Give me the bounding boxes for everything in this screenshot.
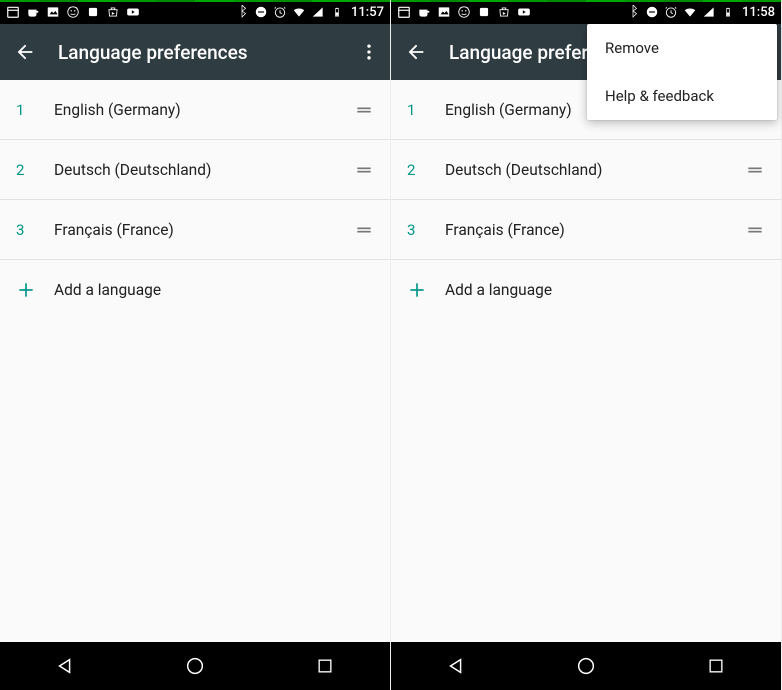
overflow-menu-button[interactable]	[358, 41, 380, 63]
page-title: Language preferences	[58, 41, 336, 64]
language-row[interactable]: 2 Deutsch (Deutschland)	[391, 140, 781, 200]
signal-icon	[311, 5, 325, 19]
nav-bar	[0, 642, 390, 690]
drag-handle-icon[interactable]	[354, 220, 374, 240]
plus-icon	[16, 280, 40, 300]
nav-recent-button[interactable]	[704, 654, 728, 678]
dnd-icon	[645, 5, 659, 19]
youtube-icon	[126, 5, 140, 19]
language-name: Français (France)	[431, 221, 745, 239]
overflow-menu: Remove Help & feedback	[587, 24, 777, 120]
battery-icon	[721, 5, 735, 19]
alarm-icon	[273, 5, 287, 19]
menu-item-remove[interactable]: Remove	[587, 24, 777, 72]
signal-icon	[702, 5, 716, 19]
phone-right: 11:58 Language preferences Remove Help &…	[391, 0, 782, 690]
status-clock: 11:58	[742, 5, 775, 20]
face-icon	[457, 5, 471, 19]
language-index: 3	[16, 221, 40, 239]
language-row[interactable]: 1 English (Germany)	[0, 80, 390, 140]
content-area: 1 English (Germany) 2 Deutsch (Deutschla…	[0, 80, 390, 642]
square-icon	[477, 5, 491, 19]
language-index: 3	[407, 221, 431, 239]
back-button[interactable]	[405, 41, 427, 63]
language-index: 1	[16, 101, 40, 119]
square-icon	[86, 5, 100, 19]
language-index: 2	[407, 161, 431, 179]
nav-home-button[interactable]	[183, 654, 207, 678]
add-language-label: Add a language	[40, 281, 374, 299]
drag-handle-icon[interactable]	[745, 220, 765, 240]
drag-handle-icon[interactable]	[745, 160, 765, 180]
nav-back-button[interactable]	[444, 654, 468, 678]
battery-icon	[330, 5, 344, 19]
calendar-icon	[6, 5, 20, 19]
status-bar: 11:57	[0, 0, 390, 24]
language-name: English (Germany)	[40, 101, 354, 119]
cup-icon	[417, 5, 431, 19]
face-icon	[66, 5, 80, 19]
drag-handle-icon[interactable]	[354, 100, 374, 120]
cup-icon	[26, 5, 40, 19]
drag-handle-icon[interactable]	[354, 160, 374, 180]
app-bar: Language preferences	[0, 24, 390, 80]
nav-bar	[391, 642, 781, 690]
shop-icon	[106, 5, 120, 19]
alarm-icon	[664, 5, 678, 19]
add-language-label: Add a language	[431, 281, 765, 299]
status-bar: 11:58	[391, 0, 781, 24]
youtube-icon	[517, 5, 531, 19]
menu-item-help-feedback[interactable]: Help & feedback	[587, 72, 777, 120]
language-index: 2	[16, 161, 40, 179]
bluetooth-icon	[235, 5, 249, 19]
shop-icon	[497, 5, 511, 19]
language-row[interactable]: 3 Français (France)	[0, 200, 390, 260]
nav-back-button[interactable]	[53, 654, 77, 678]
wifi-icon	[683, 5, 697, 19]
add-language-button[interactable]: Add a language	[391, 260, 781, 320]
phone-left: 11:57 Language preferences 1 English (Ge…	[0, 0, 391, 690]
plus-icon	[407, 280, 431, 300]
back-button[interactable]	[14, 41, 36, 63]
language-row[interactable]: 2 Deutsch (Deutschland)	[0, 140, 390, 200]
add-language-button[interactable]: Add a language	[0, 260, 390, 320]
language-name: Deutsch (Deutschland)	[40, 161, 354, 179]
wifi-icon	[292, 5, 306, 19]
image-icon	[46, 5, 60, 19]
language-index: 1	[407, 101, 431, 119]
content-area: 1 English (Germany) 2 Deutsch (Deutschla…	[391, 80, 781, 642]
language-name: Deutsch (Deutschland)	[431, 161, 745, 179]
status-clock: 11:57	[351, 5, 384, 20]
language-row[interactable]: 3 Français (France)	[391, 200, 781, 260]
nav-recent-button[interactable]	[313, 654, 337, 678]
bluetooth-icon	[626, 5, 640, 19]
calendar-icon	[397, 5, 411, 19]
nav-home-button[interactable]	[574, 654, 598, 678]
language-name: Français (France)	[40, 221, 354, 239]
dnd-icon	[254, 5, 268, 19]
image-icon	[437, 5, 451, 19]
